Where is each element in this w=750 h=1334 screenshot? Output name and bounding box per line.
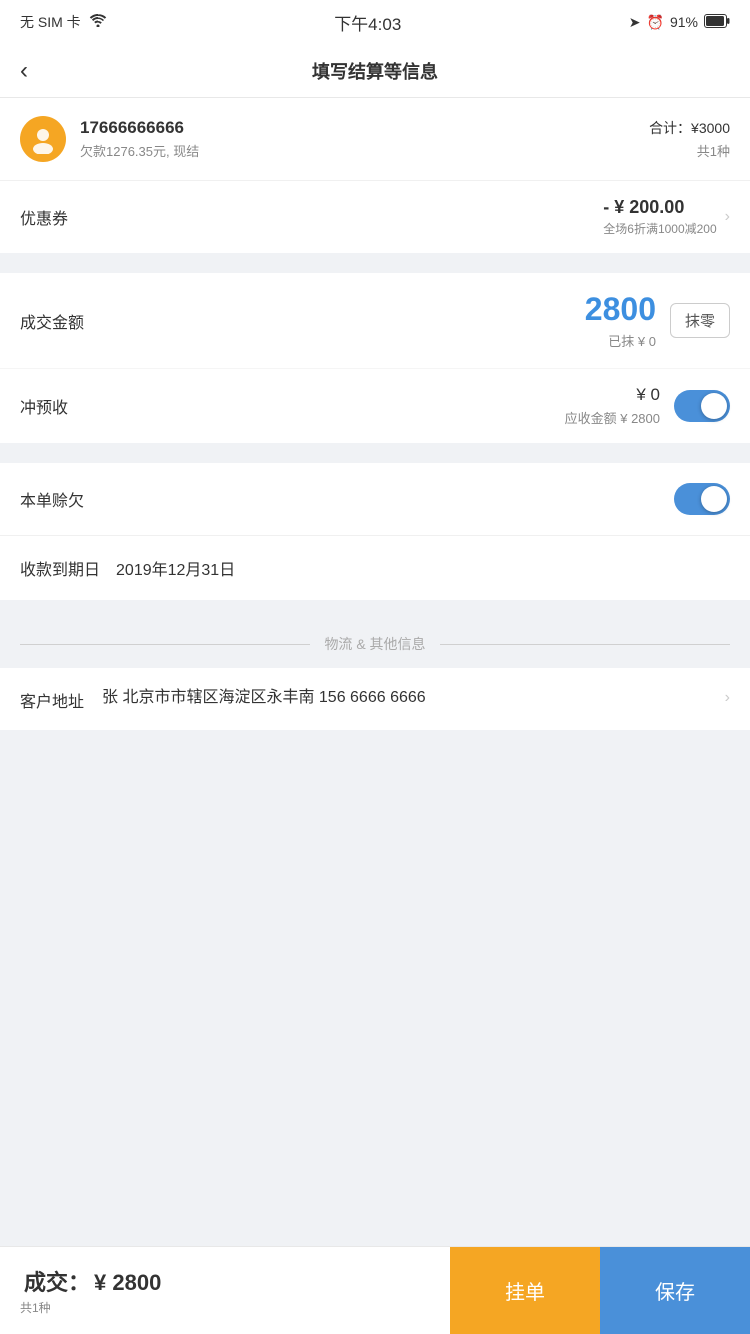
user-row: 17666666666 欠款1276.35元, 现结 合计：¥3000 共1种	[0, 98, 750, 180]
content: 17666666666 欠款1276.35元, 现结 合计：¥3000 共1种 …	[0, 98, 750, 950]
due-date-row: 收款到期日 2019年12月31日	[0, 535, 750, 600]
amount-value: 2800	[585, 291, 656, 328]
advance-sub: 应收金额 ¥ 2800	[565, 408, 660, 427]
amount-right: 2800 已抹 ¥ 0 抹零	[585, 291, 730, 350]
coupon-discount: - ¥ 200.00	[603, 197, 716, 218]
status-bar-right: ➤ ⏰ 91%	[629, 14, 730, 31]
user-info-card: 17666666666 欠款1276.35元, 现结 合计：¥3000 共1种 …	[0, 98, 750, 253]
section-divider-1	[0, 263, 750, 273]
bottom-summary-top: 成交：¥ 2800	[20, 1265, 430, 1297]
address-value: 张 北京市市辖区海淀区永丰南 156 6666 6666	[102, 686, 713, 710]
amount-row: 成交金额 2800 已抹 ¥ 0 抹零	[0, 273, 750, 369]
total-label: 合计：¥3000	[649, 118, 730, 138]
location-icon: ➤	[629, 14, 641, 31]
back-button[interactable]: ‹	[20, 57, 28, 85]
address-chevron: ›	[725, 686, 730, 707]
address-row[interactable]: 客户地址 张 北京市市辖区海淀区永丰南 156 6666 6666 ›	[0, 668, 750, 730]
coupon-row[interactable]: 优惠券 - ¥ 200.00 全场6折满1000减200 ›	[0, 180, 750, 253]
user-right: 合计：¥3000 共1种	[649, 118, 730, 160]
status-bar: 无 SIM 卡 下午4:03 ➤ ⏰ 91%	[0, 0, 750, 44]
advance-value-block: ¥ 0 应收金额 ¥ 2800	[565, 385, 660, 427]
bottom-summary-label: 成交：	[24, 1270, 90, 1295]
alarm-icon: ⏰	[647, 14, 664, 31]
section-divider-2	[0, 453, 750, 463]
advance-toggle[interactable]	[674, 390, 730, 422]
round-zero-button[interactable]: 抹零	[670, 303, 730, 338]
sim-label: 无 SIM 卡	[20, 12, 81, 32]
page-title: 填写结算等信息	[312, 58, 438, 84]
section-divider-3	[0, 610, 750, 620]
total-count: 共1种	[649, 141, 730, 160]
wifi-icon	[89, 14, 107, 30]
bottom-summary-amount: ¥ 2800	[94, 1270, 161, 1295]
logistics-header: 物流 & 其他信息	[0, 620, 750, 668]
user-info: 17666666666 欠款1276.35元, 现结	[80, 118, 199, 160]
amount-sub: 已抹 ¥ 0	[585, 331, 656, 350]
hold-button[interactable]: 挂单	[450, 1247, 600, 1334]
avatar	[20, 116, 66, 162]
credit-toggle[interactable]	[674, 483, 730, 515]
coupon-label: 优惠券	[20, 205, 68, 229]
user-sub: 欠款1276.35元, 现结	[80, 141, 199, 160]
nav-bar: ‹ 填写结算等信息	[0, 44, 750, 98]
bottom-bar: 成交：¥ 2800 共1种 挂单 保存	[0, 1246, 750, 1334]
advance-label: 冲预收	[20, 394, 68, 418]
due-date-label: 收款到期日	[20, 556, 100, 580]
battery-percent: 91%	[670, 14, 698, 30]
coupon-info: - ¥ 200.00 全场6折满1000减200	[603, 197, 716, 237]
bottom-summary-count: 共1种	[20, 1299, 430, 1316]
user-phone: 17666666666	[80, 118, 199, 138]
battery-icon	[704, 14, 730, 31]
gray-area	[0, 730, 750, 850]
status-bar-time: 下午4:03	[334, 10, 401, 35]
logistics-header-line-right	[440, 644, 730, 645]
save-button[interactable]: 保存	[600, 1247, 750, 1334]
advance-value: ¥ 0	[565, 385, 660, 405]
advance-row: 冲预收 ¥ 0 应收金额 ¥ 2800	[0, 369, 750, 443]
credit-section: 本单赊欠 收款到期日 2019年12月31日	[0, 463, 750, 600]
amount-section: 成交金额 2800 已抹 ¥ 0 抹零 冲预收 ¥ 0 应收金额 ¥ 2800	[0, 273, 750, 443]
status-bar-left: 无 SIM 卡	[20, 12, 107, 32]
address-label: 客户地址	[20, 686, 90, 712]
coupon-desc: 全场6折满1000减200	[603, 220, 716, 237]
credit-label: 本单赊欠	[20, 487, 84, 511]
due-date-value: 2019年12月31日	[116, 556, 235, 580]
coupon-right: - ¥ 200.00 全场6折满1000减200 ›	[603, 197, 730, 237]
coupon-chevron: ›	[725, 208, 730, 226]
user-left: 17666666666 欠款1276.35元, 现结	[20, 116, 199, 162]
logistics-header-text: 物流 & 其他信息	[324, 634, 425, 654]
logistics-header-line-left	[20, 644, 310, 645]
amount-label: 成交金额	[20, 309, 84, 333]
address-section: 客户地址 张 北京市市辖区海淀区永丰南 156 6666 6666 ›	[0, 668, 750, 730]
credit-row: 本单赊欠	[0, 463, 750, 535]
advance-right: ¥ 0 应收金额 ¥ 2800	[565, 385, 730, 427]
amount-value-block: 2800 已抹 ¥ 0	[585, 291, 656, 350]
bottom-summary: 成交：¥ 2800 共1种	[0, 1265, 450, 1316]
